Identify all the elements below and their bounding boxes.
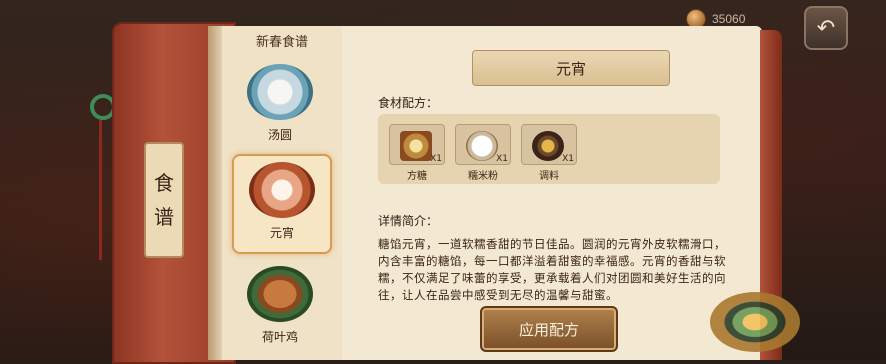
ingredient-name: 方糖 [407,171,427,182]
currency-value: 35060 [712,12,746,26]
ingredient-seasoning[interactable]: X1 调料 [520,124,578,182]
ingredient-name: 糯米粉 [468,171,498,182]
recipe-item-yuanxiao[interactable]: 元宵 [232,154,332,254]
decorative-bowl [710,292,800,352]
recipe-item-label: 汤圆 [267,128,292,142]
cover-label-bottom: 谱 [154,205,174,229]
book-cover-label: 食 谱 [144,142,184,258]
yuanxiao-dish-icon [249,162,315,218]
apply-recipe-button[interactable]: 应用配方 [480,306,618,352]
cover-label-top: 食 [154,171,174,195]
sugar-cube-icon [400,131,432,161]
recipe-title: 元宵 [472,50,670,86]
recipe-item-label: 元宵 [269,226,294,240]
rice-flour-icon [466,131,498,161]
ingredient-qty: X1 [496,154,508,164]
back-button[interactable]: ↶ [804,6,848,50]
description-label: 详情简介： [378,214,439,228]
seasoning-icon [532,131,564,161]
lotus-leaf-chicken-icon [247,266,313,322]
ingredient-name: 调料 [539,171,559,182]
tangyuan-dish-icon [247,64,313,120]
recipe-item-lotus-chicken[interactable]: 荷叶鸡 [232,260,328,356]
ingredient-sugar[interactable]: X1 方糖 [388,124,446,182]
back-arrow-icon: ↶ [816,15,836,41]
ingredient-qty: X1 [430,154,442,164]
ingredient-qty: X1 [562,154,574,164]
recipe-item-tangyuan[interactable]: 汤圆 [232,58,328,154]
ingredient-rice-flour[interactable]: X1 糯米粉 [454,124,512,182]
recipe-item-label: 荷叶鸡 [261,330,298,344]
ingredients-label: 食材配方： [378,96,439,110]
recipe-description: 糖馅元宵，一道软糯香甜的节日佳品。圆润的元宵外皮软糯滑口，内含丰富的糖馅，每一口… [378,237,726,302]
recipe-list-title: 新春食谱 [255,35,308,50]
